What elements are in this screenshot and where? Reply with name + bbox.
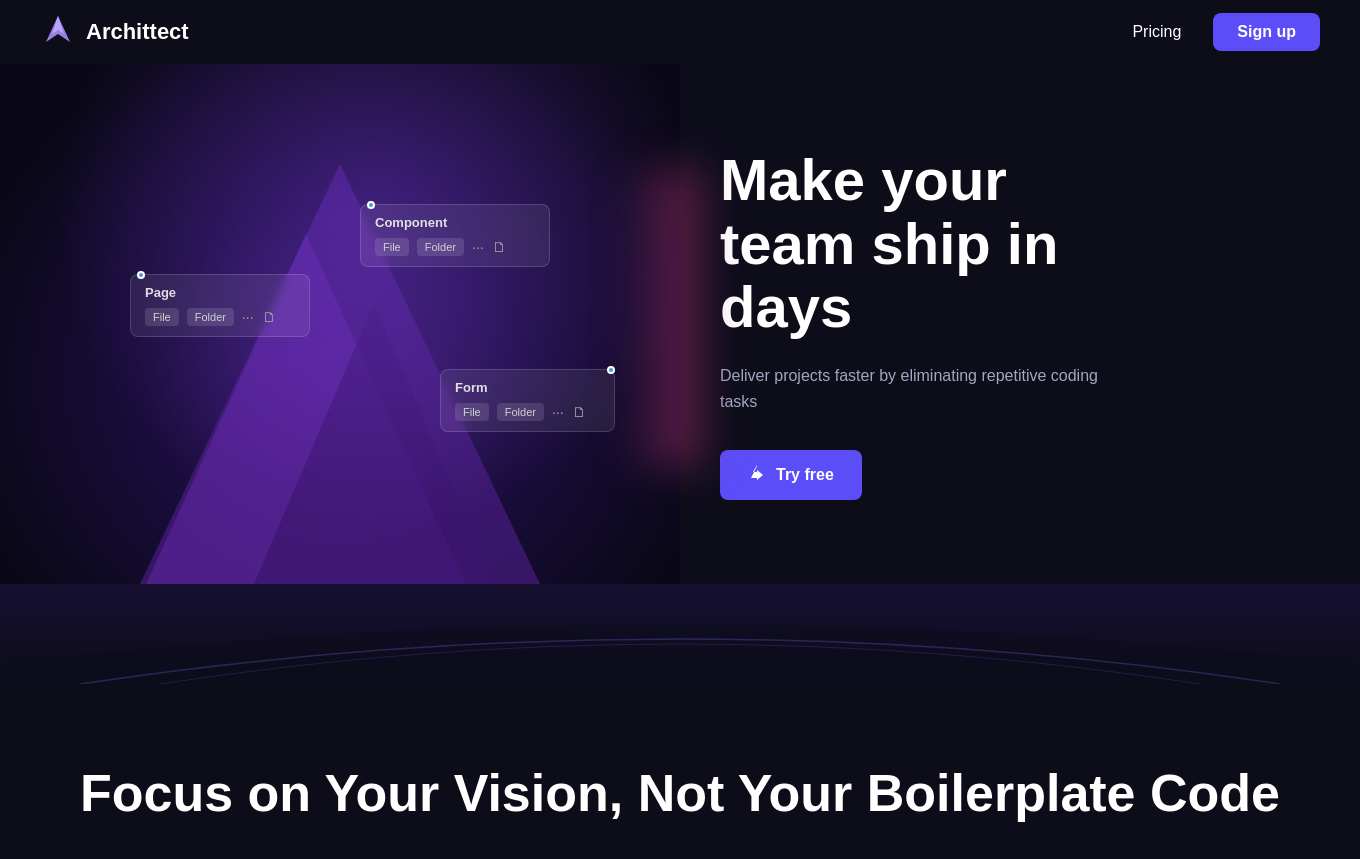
ui-card-page: Page File Folder ··· 🗋 <box>130 274 310 337</box>
bottom-subtitle: With Archittect, you can focus on your v… <box>360 852 1000 859</box>
try-free-button[interactable]: Try free <box>720 450 862 500</box>
arc-separator <box>0 584 1360 684</box>
component-folder: Folder <box>417 238 464 256</box>
form-card-header: Form <box>455 380 600 395</box>
form-file: File <box>455 403 489 421</box>
component-more: ··· <box>472 239 484 255</box>
navbar: Archittect Pricing Sign up <box>0 0 1360 64</box>
try-free-icon <box>748 464 766 486</box>
hero-text: Make your team ship in days Deliver proj… <box>680 148 1160 501</box>
page-folder: Folder <box>187 308 234 326</box>
page-card-row: File Folder ··· 🗋 <box>145 308 295 326</box>
signup-button[interactable]: Sign up <box>1213 13 1320 51</box>
form-more: ··· <box>552 404 564 420</box>
ui-card-component: Component File Folder ··· 🗋 <box>360 204 550 267</box>
hero-subtitle: Deliver projects faster by eliminating r… <box>720 363 1100 414</box>
try-free-label: Try free <box>776 466 834 484</box>
page-more: ··· <box>242 309 254 325</box>
logo-icon <box>40 12 76 52</box>
dot-component <box>367 201 375 209</box>
page-card-header: Page <box>145 285 295 300</box>
form-doc-icon: 🗋 <box>572 404 586 420</box>
logo-text: Archittect <box>86 19 189 45</box>
hero-section: Component File Folder ··· 🗋 Page File Fo… <box>0 64 1360 584</box>
component-file: File <box>375 238 409 256</box>
page-file: File <box>145 308 179 326</box>
page-doc-icon: 🗋 <box>262 309 276 325</box>
bottom-section: Focus on Your Vision, Not Your Boilerpla… <box>0 684 1360 859</box>
dot-form <box>607 366 615 374</box>
component-doc-icon: 🗋 <box>492 239 506 255</box>
component-card-row: File Folder ··· 🗋 <box>375 238 535 256</box>
logo[interactable]: Archittect <box>40 12 189 52</box>
form-folder: Folder <box>497 403 544 421</box>
hero-visual: Component File Folder ··· 🗋 Page File Fo… <box>0 64 680 584</box>
nav-right: Pricing Sign up <box>1132 13 1320 51</box>
mountain-shape-3 <box>254 304 494 584</box>
bottom-title: Focus on Your Vision, Not Your Boilerpla… <box>40 764 1320 824</box>
pricing-link[interactable]: Pricing <box>1132 23 1181 41</box>
hero-title: Make your team ship in days <box>720 148 1100 339</box>
component-card-header: Component <box>375 215 535 230</box>
dot-page <box>137 271 145 279</box>
hero-edge-glow <box>620 168 700 468</box>
ui-card-form: Form File Folder ··· 🗋 <box>440 369 615 432</box>
form-card-row: File Folder ··· 🗋 <box>455 403 600 421</box>
